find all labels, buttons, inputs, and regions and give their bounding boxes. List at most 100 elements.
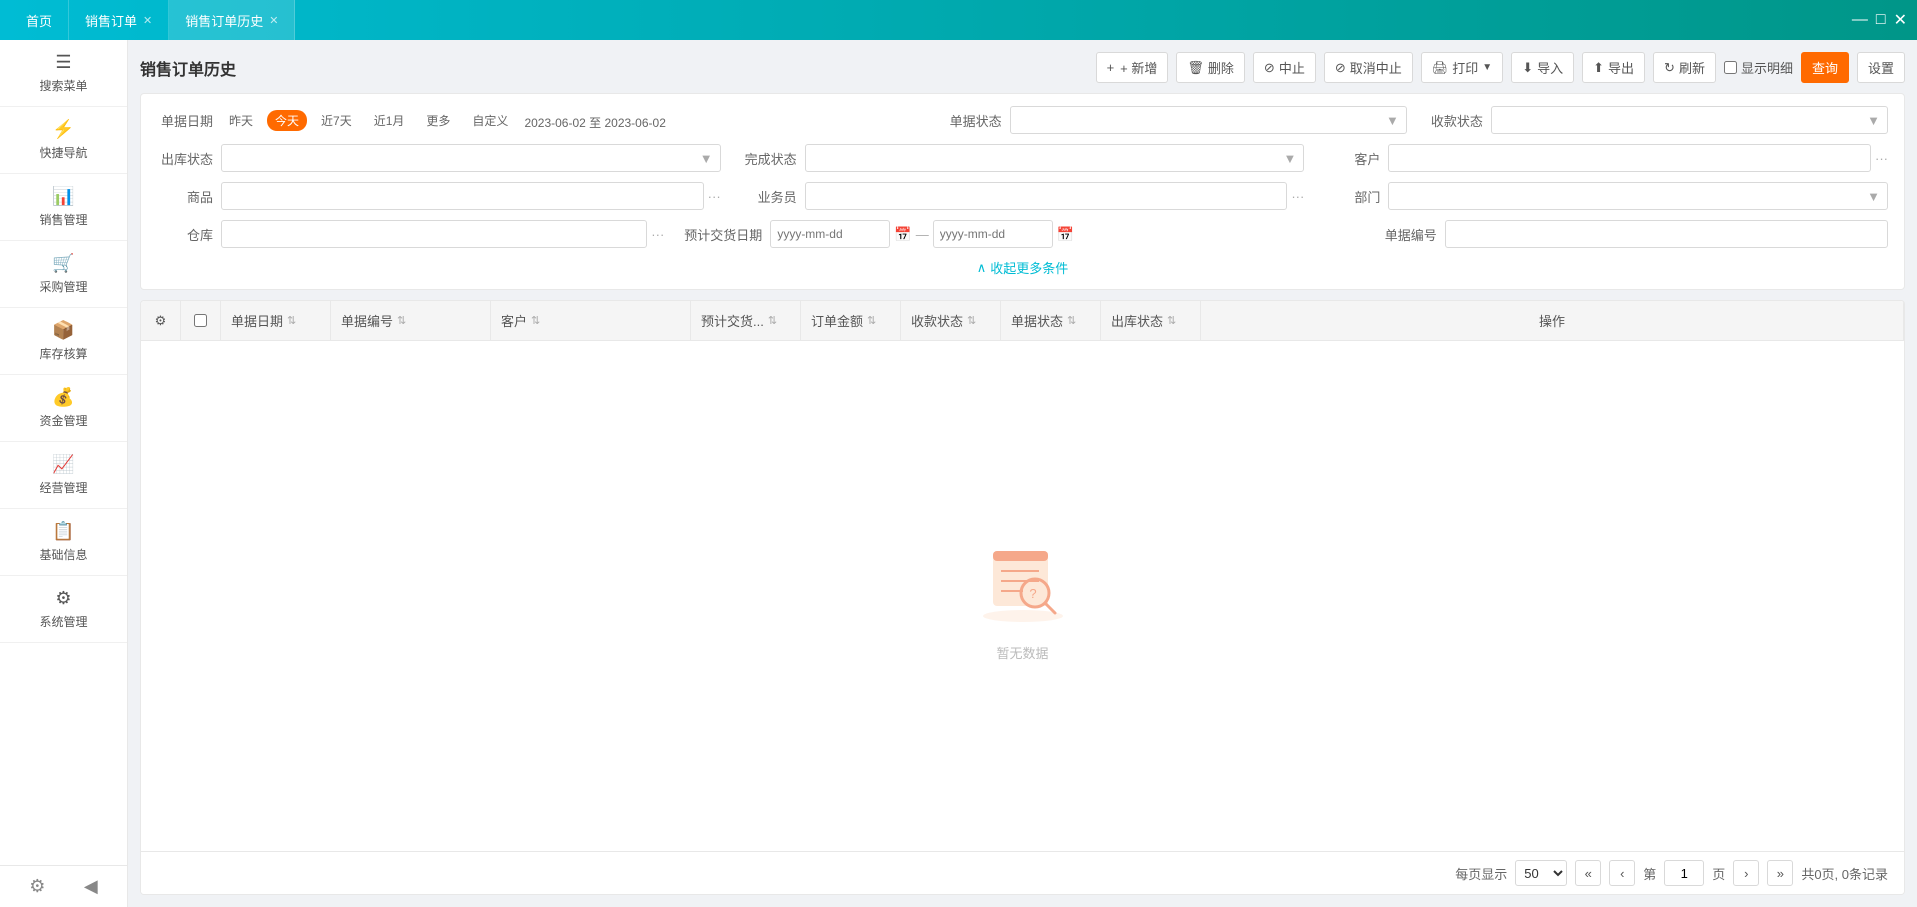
tab-sales-order[interactable]: 销售订单 ✕	[69, 0, 169, 40]
export-button[interactable]: ⬆ 导出	[1582, 52, 1645, 83]
sidebar-item-basic-info[interactable]: 📋 基础信息	[0, 509, 127, 576]
import-label: 导入	[1537, 58, 1563, 77]
salesperson-input[interactable]	[805, 182, 1288, 210]
sidebar-item-system[interactable]: ⚙ 系统管理	[0, 576, 127, 643]
date-more[interactable]: 更多	[418, 110, 458, 131]
th-warehouse-label: 出库状态	[1111, 311, 1163, 330]
last-page-button[interactable]: »	[1767, 860, 1793, 886]
sidebar-item-quicknav[interactable]: ⚡ 快捷导航	[0, 107, 127, 174]
th-date-label: 单据日期	[231, 311, 283, 330]
th-bill-status[interactable]: 单据状态 ⇅	[1001, 301, 1101, 340]
th-delivery-label: 预计交货...	[701, 311, 764, 330]
query-button[interactable]: 查询	[1801, 52, 1849, 83]
search-menu-icon: ☰	[55, 52, 71, 73]
product-more-icon[interactable]: ···	[708, 189, 721, 204]
refresh-button[interactable]: ↻ 刷新	[1653, 52, 1716, 83]
bill-status-select[interactable]	[1010, 106, 1407, 134]
customer-input[interactable]	[1388, 144, 1871, 172]
new-button[interactable]: + + 新增	[1096, 52, 1169, 83]
close-sales-history-tab-icon[interactable]: ✕	[269, 14, 278, 27]
minimize-icon[interactable]: —	[1852, 11, 1868, 29]
print-icon: 🖨	[1432, 60, 1449, 76]
th-date[interactable]: 单据日期 ⇅	[221, 301, 331, 340]
delivery-date-from[interactable]	[770, 220, 890, 248]
salesperson-more-icon[interactable]: ···	[1291, 189, 1304, 204]
date-sort-icon: ⇅	[287, 314, 296, 327]
filter-outbound-status: 出库状态 ▼	[157, 144, 721, 172]
sidebar-item-finance[interactable]: 💰 资金管理	[0, 375, 127, 442]
page-size-select[interactable]: 50 10 20 100	[1515, 860, 1567, 886]
calendar-from-icon[interactable]: 📅	[894, 226, 911, 243]
delete-button[interactable]: 🗑 删除	[1176, 52, 1245, 83]
sidebar-inventory-label: 库存核算	[39, 345, 87, 362]
tab-list: 首页 销售订单 ✕ 销售订单历史 ✕	[10, 0, 1852, 40]
settings-button[interactable]: 设置	[1857, 52, 1905, 83]
date-filter-label: 单据日期	[157, 111, 213, 130]
sidebar-settings-icon[interactable]: ⚙	[29, 876, 45, 897]
window-close-icon[interactable]: ✕	[1894, 10, 1907, 30]
prev-page-button[interactable]: ‹	[1609, 860, 1635, 886]
sidebar-item-sales[interactable]: 📊 销售管理	[0, 174, 127, 241]
filter-customer: 客户 ···	[1304, 144, 1888, 172]
th-operation-label: 操作	[1539, 311, 1565, 330]
payment-status-select[interactable]	[1491, 106, 1888, 134]
th-number[interactable]: 单据编号 ⇅	[331, 301, 491, 340]
sidebar-item-purchase[interactable]: 🛒 采购管理	[0, 241, 127, 308]
print-label: 打印	[1452, 58, 1478, 77]
sidebar-item-inventory[interactable]: 📦 库存核算	[0, 308, 127, 375]
th-amount[interactable]: 订单金额 ⇅	[801, 301, 901, 340]
sidebar-collapse-icon[interactable]: ◀	[84, 876, 98, 897]
page-label-prefix: 第	[1643, 864, 1656, 883]
completion-status-label: 完成状态	[741, 149, 797, 168]
calendar-to-icon[interactable]: 📅	[1057, 226, 1074, 243]
th-settings[interactable]: ⚙	[141, 301, 181, 340]
cancel-stop-button[interactable]: ⊘ 取消中止	[1324, 52, 1413, 83]
collapse-icon: ∧	[977, 260, 987, 276]
th-warehouse[interactable]: 出库状态 ⇅	[1101, 301, 1201, 340]
sidebar-item-search[interactable]: ☰ 搜索菜单	[0, 40, 127, 107]
import-button[interactable]: ⬇ 导入	[1511, 52, 1574, 83]
show-detail-checkbox[interactable]	[1724, 61, 1737, 74]
outbound-status-select[interactable]	[221, 144, 721, 172]
collapse-row[interactable]: ∧ 收起更多条件	[157, 258, 1888, 277]
page-input[interactable]	[1664, 860, 1704, 886]
date-today[interactable]: 今天	[267, 110, 307, 131]
select-all-checkbox[interactable]	[194, 314, 207, 327]
stop-icon: ⊘	[1264, 60, 1275, 76]
date-filter-badges: 昨天 今天 近7天 近1月 更多 自定义	[221, 110, 516, 131]
sidebar-bottom: ⚙ ◀	[0, 865, 127, 907]
collapse-text: 收起更多条件	[990, 258, 1068, 277]
next-page-button[interactable]: ›	[1733, 860, 1759, 886]
maximize-icon[interactable]: □	[1876, 11, 1886, 29]
warehouse-filter-label: 仓库	[157, 225, 213, 244]
date-1month[interactable]: 近1月	[366, 110, 413, 131]
th-payment[interactable]: 收款状态 ⇅	[901, 301, 1001, 340]
next-page-icon: ›	[1744, 866, 1748, 881]
warehouse-input[interactable]	[221, 220, 647, 248]
filter-row-3: 商品 ··· 业务员 ··· 部门 ▼	[157, 182, 1888, 210]
query-label: 查询	[1812, 58, 1838, 77]
print-button[interactable]: 🖨 打印 ▼	[1421, 52, 1503, 83]
outbound-status-select-wrapper: ▼	[221, 144, 721, 172]
th-customer[interactable]: 客户 ⇅	[491, 301, 691, 340]
close-sales-order-tab-icon[interactable]: ✕	[143, 14, 152, 27]
tab-sales-history[interactable]: 销售订单历史 ✕	[169, 0, 295, 40]
delete-label: 删除	[1208, 58, 1234, 77]
delivery-date-to[interactable]	[933, 220, 1053, 248]
date-yesterday[interactable]: 昨天	[221, 110, 261, 131]
th-delivery[interactable]: 预计交货... ⇅	[691, 301, 801, 340]
bill-status-select-wrapper: ▼	[1010, 106, 1407, 134]
customer-more-icon[interactable]: ···	[1875, 151, 1888, 166]
bill-number-input[interactable]	[1445, 220, 1888, 248]
product-input[interactable]	[221, 182, 704, 210]
stop-button[interactable]: ⊘ 中止	[1253, 52, 1316, 83]
bill-status-label: 单据状态	[946, 111, 1002, 130]
warehouse-more-icon[interactable]: ···	[651, 227, 664, 242]
date-7days[interactable]: 近7天	[313, 110, 360, 131]
department-select[interactable]	[1388, 182, 1888, 210]
date-custom[interactable]: 自定义	[464, 110, 516, 131]
sidebar-item-operations[interactable]: 📈 经营管理	[0, 442, 127, 509]
first-page-button[interactable]: «	[1575, 860, 1601, 886]
tab-home[interactable]: 首页	[10, 0, 69, 40]
completion-status-select[interactable]	[805, 144, 1305, 172]
